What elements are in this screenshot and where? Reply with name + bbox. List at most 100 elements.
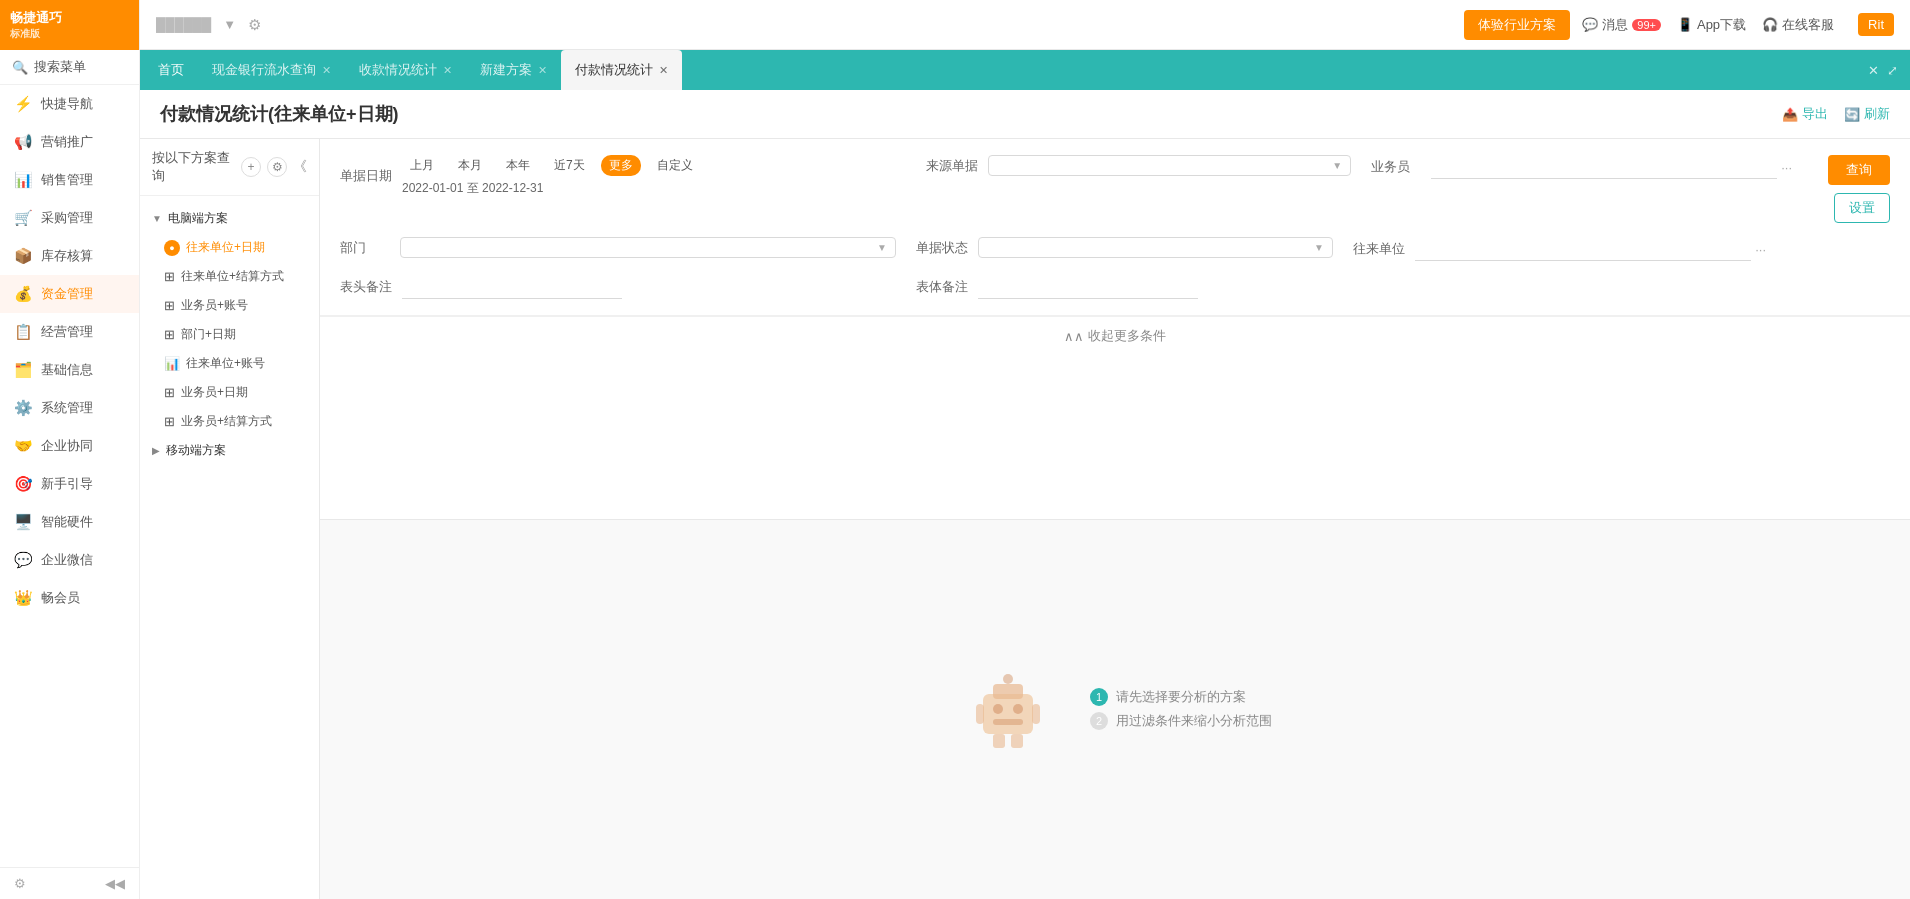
date-this-month[interactable]: 本月 [450,155,490,176]
sidebar-item-finance[interactable]: 💰 资金管理 [0,275,139,313]
topbar: ██████ ▼ ⚙ 体验行业方案 💬 消息 99+ 📱 App下载 🎧 在线客… [140,0,1910,50]
tab-bank-flow[interactable]: 现金银行流水查询 ✕ [198,50,345,90]
sidebar-item-purchase[interactable]: 🛒 采购管理 [0,199,139,237]
table-header-note-label: 表头备注 [340,278,392,296]
tip-2-num: 2 [1090,712,1108,730]
salesman-more-btn[interactable]: ··· [1777,156,1796,179]
scheme-item-dept-date[interactable]: ⊞ 部门+日期 [140,320,319,349]
date-last-month[interactable]: 上月 [402,155,442,176]
sidebar-item-base[interactable]: 🗂️ 基础信息 [0,351,139,389]
online-service-label: 在线客服 [1782,16,1834,34]
service-icon: 🎧 [1762,17,1778,32]
cooperation-icon: 🤝 [14,437,33,455]
tab-home[interactable]: 首页 [144,50,198,90]
table-body-note-input[interactable] [978,275,1198,299]
settings-icon[interactable]: ⚙ [14,876,26,891]
sidebar-item-marketing[interactable]: 📢 营销推广 [0,123,139,161]
query-button[interactable]: 查询 [1828,155,1890,185]
refresh-action[interactable]: 🔄 刷新 [1844,105,1890,123]
export-label: 导出 [1802,105,1828,123]
scheme-collapse-btn[interactable]: 《 [293,158,307,176]
expand-tab-icon[interactable]: ⤢ [1887,63,1898,78]
date-more[interactable]: 更多 [601,155,641,176]
empty-tip-1: 1 请先选择要分析的方案 [1090,688,1272,706]
table-header-note-input[interactable] [402,275,622,299]
sidebar-item-inventory[interactable]: 📦 库存核算 [0,237,139,275]
messages-action[interactable]: 💬 消息 99+ [1582,16,1661,34]
date-last-7days[interactable]: 近7天 [546,155,593,176]
close-bank-flow-icon[interactable]: ✕ [322,64,331,77]
collapse-icon[interactable]: ◀◀ [105,876,125,891]
chart-icon: 📊 [164,356,180,371]
close-tab-icon[interactable]: ✕ [1868,63,1879,78]
close-new-scheme-icon[interactable]: ✕ [538,64,547,77]
export-icon: 📤 [1782,107,1798,122]
salesman-label: 业务员 [1371,158,1421,176]
date-custom[interactable]: 自定义 [649,155,701,176]
sidebar-item-weixin[interactable]: 💬 企业微信 [0,541,139,579]
filter-table-body-note-field: 表体备注 [916,275,1333,299]
topbar-settings-icon[interactable]: ⚙ [248,16,261,34]
salesman-input[interactable] [1431,155,1777,179]
close-payment-stats-icon[interactable]: ✕ [659,64,668,77]
active-indicator: ● [164,240,180,256]
sidebar-item-system[interactable]: ⚙️ 系统管理 [0,389,139,427]
collapse-more-btn[interactable]: ∧∧ 收起更多条件 [320,316,1910,355]
tab-payment-stats[interactable]: 付款情况统计 ✕ [561,50,682,90]
refresh-label: 刷新 [1864,105,1890,123]
sidebar-item-hardware[interactable]: 🖥️ 智能硬件 [0,503,139,541]
tab-payment-stats-label: 付款情况统计 [575,61,653,79]
messages-label: 消息 [1602,16,1628,34]
partner-more-btn[interactable]: ··· [1751,238,1770,261]
scheme-list: ▼ 电脑端方案 ● 往来单位+日期 ⊞ 往来单位+结算方式 ⊞ 业务员+账号 [140,196,319,899]
table-icon: ⊞ [164,414,175,429]
scheme-settings-btn[interactable]: ⚙ [267,157,287,177]
scheme-item-salesman-settlement[interactable]: ⊞ 业务员+结算方式 [140,407,319,436]
tab-receipt-stats[interactable]: 收款情况统计 ✕ [345,50,466,90]
hardware-icon: 🖥️ [14,513,33,531]
industry-btn[interactable]: 体验行业方案 [1464,10,1570,40]
scheme-panel-header: 按以下方案查询 + ⚙ 《 [140,139,319,196]
message-badge: 99+ [1632,19,1661,31]
sidebar-item-cooperation[interactable]: 🤝 企业协同 [0,427,139,465]
sidebar-search[interactable]: 🔍 搜索菜单 [0,50,139,85]
svg-rect-4 [993,719,1023,725]
sidebar-item-label: 新手引导 [41,475,93,493]
content-area: 按以下方案查询 + ⚙ 《 ▼ 电脑端方案 ● 往来单位+日期 [140,139,1910,899]
sidebar-item-sales[interactable]: 📊 销售管理 [0,161,139,199]
scheme-item-salesman-date[interactable]: ⊞ 业务员+日期 [140,378,319,407]
sidebar-item-guide[interactable]: 🎯 新手引导 [0,465,139,503]
scheme-group-pc[interactable]: ▼ 电脑端方案 [140,204,319,233]
export-action[interactable]: 📤 导出 [1782,105,1828,123]
phone-icon: 📱 [1677,17,1693,32]
source-select[interactable]: ▼ [988,155,1351,176]
scheme-item-partner-settlement[interactable]: ⊞ 往来单位+结算方式 [140,262,319,291]
user-avatar[interactable]: Rit [1858,13,1894,36]
partner-input[interactable] [1415,237,1751,261]
logo-name: 畅捷通巧 [10,9,62,27]
setting-button[interactable]: 设置 [1834,193,1890,223]
topbar-dropdown-icon[interactable]: ▼ [223,17,236,32]
sidebar-item-member[interactable]: 👑 畅会员 [0,579,139,617]
online-service-action[interactable]: 🎧 在线客服 [1762,16,1834,34]
scheme-item-partner-account[interactable]: 📊 往来单位+账号 [140,349,319,378]
scheme-item-salesman-account[interactable]: ⊞ 业务员+账号 [140,291,319,320]
tip-1-num: 1 [1090,688,1108,706]
page-title: 付款情况统计(往来单位+日期) [160,102,1782,126]
status-select[interactable]: ▼ [978,237,1333,258]
page-header-actions: 📤 导出 🔄 刷新 [1782,105,1890,123]
dept-select[interactable]: ▼ [400,237,896,258]
app-download-action[interactable]: 📱 App下载 [1677,16,1746,34]
scheme-group-mobile[interactable]: ▶ 移动端方案 [140,436,319,465]
filter-salesman-field: 业务员 ··· [1371,155,1796,179]
date-this-year[interactable]: 本年 [498,155,538,176]
filter-partner-field: 往来单位 ··· [1353,237,1770,261]
close-receipt-stats-icon[interactable]: ✕ [443,64,452,77]
sidebar-item-operations[interactable]: 📋 经营管理 [0,313,139,351]
search-icon: 🔍 [12,60,28,75]
scheme-item-partner-date[interactable]: ● 往来单位+日期 [140,233,319,262]
scheme-add-btn[interactable]: + [241,157,261,177]
sidebar-item-quick-nav[interactable]: ⚡ 快捷导航 [0,85,139,123]
table-icon: ⊞ [164,385,175,400]
tab-new-scheme[interactable]: 新建方案 ✕ [466,50,561,90]
